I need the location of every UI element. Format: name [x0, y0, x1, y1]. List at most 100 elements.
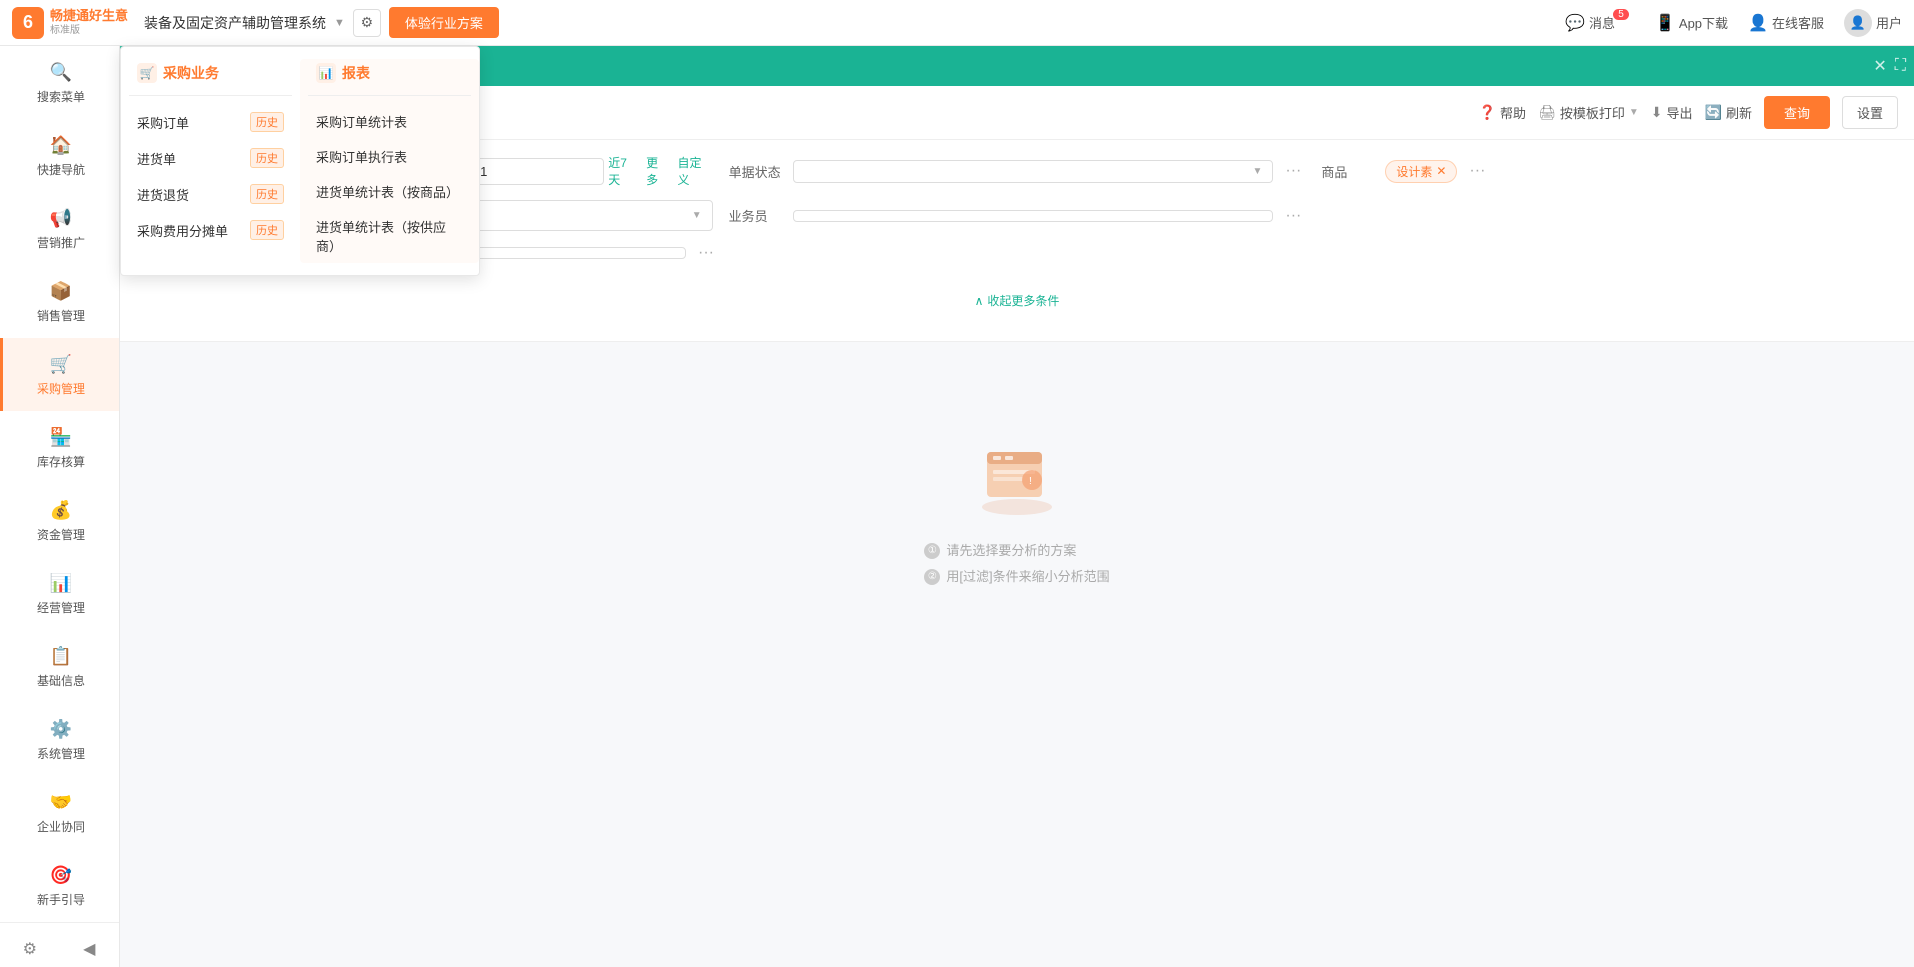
goods-ellipsis[interactable]: ···	[1465, 162, 1489, 180]
message-label: 消息	[1589, 13, 1615, 32]
user-btn[interactable]: 👤 用户	[1844, 9, 1902, 37]
voucher-status-input[interactable]: ▼	[793, 160, 1274, 183]
menu-purchase-title: 🛒 采购业务	[129, 59, 292, 96]
sidebar-bottom: ⚙ ◀	[0, 922, 119, 967]
marketing-icon: 📢	[49, 206, 73, 230]
quick-7days[interactable]: 近7天	[608, 154, 638, 188]
filter-salesman: 业务员 ···	[729, 206, 1306, 225]
sidebar: 🔍 搜索菜单 🏠 快捷导航 📢 营销推广 📦 销售管理 🛒 采购管理 🏪 库存核…	[0, 46, 120, 967]
empty-tip2: 用[过滤]条件来缩小分析范围	[946, 564, 1109, 590]
sidebar-collapse-btn[interactable]: ◀	[73, 933, 105, 965]
empty-svg: !	[967, 422, 1067, 522]
sidebar-item-enterprise[interactable]: 🤝 企业协同	[0, 776, 119, 849]
collapse-btn[interactable]: ∧ 收起更多条件	[136, 282, 1898, 319]
sidebar-settings-btn[interactable]: ⚙	[14, 933, 46, 965]
menu-item-purchase-expense[interactable]: 采购费用分摊单 历史	[129, 212, 292, 248]
menu-item-purchase-receive[interactable]: 进货单 历史	[129, 140, 292, 176]
customer-ellipsis[interactable]: ···	[694, 244, 718, 262]
sidebar-item-operations[interactable]: 📊 经营管理	[0, 557, 119, 630]
app-label: App下载	[1679, 13, 1728, 32]
sidebar-item-quick-nav[interactable]: 🏠 快捷导航	[0, 119, 119, 192]
export-icon: ⬇	[1651, 104, 1663, 121]
system-title-text: 装备及固定资产辅助管理系统	[144, 13, 326, 33]
voucher-status-label: 单据状态	[729, 162, 785, 181]
help-btn[interactable]: ❓ 帮助	[1479, 103, 1526, 122]
sidebar-item-system[interactable]: ⚙️ 系统管理	[0, 703, 119, 776]
print-btn[interactable]: 🖨 按模板打印 ▼	[1538, 103, 1639, 122]
settings-button[interactable]: 设置	[1842, 96, 1898, 129]
collapse-area: ∧ 收起更多条件	[136, 274, 1898, 327]
logo-icon: 6	[12, 7, 44, 39]
empty-step-1: ① 请先选择要分析的方案	[924, 538, 1109, 564]
print-label: 按模板打印	[1560, 103, 1625, 122]
app-download-btn[interactable]: 📱 App下载	[1655, 13, 1728, 33]
service-label: 在线客服	[1772, 13, 1824, 32]
sidebar-item-beginner[interactable]: 🎯 新手引导	[0, 849, 119, 922]
system-settings-button[interactable]: ⚙	[353, 9, 381, 37]
order-exec-label: 采购订单执行表	[316, 147, 407, 166]
refresh-btn[interactable]: 🔄 刷新	[1705, 103, 1752, 122]
goods-tag-value: 设计素	[1396, 163, 1432, 180]
sidebar-label-inventory: 库存核算	[37, 453, 85, 470]
query-button[interactable]: 查询	[1764, 96, 1830, 129]
sidebar-label-system: 系统管理	[37, 745, 85, 762]
purchase-receive-label: 进货单	[137, 149, 176, 168]
search-icon: 🔍	[49, 60, 73, 84]
empty-state: ! ① 请先选择要分析的方案 ② 用[过滤]条件来缩小分析范围	[120, 342, 1914, 670]
quick-custom[interactable]: 自定义	[678, 154, 713, 188]
menu-item-receive-stats-goods[interactable]: 进货单统计表（按商品）	[308, 174, 471, 209]
logo-area: 6 畅捷通好生意 标准版	[12, 7, 132, 39]
salesman-ellipsis[interactable]: ···	[1281, 207, 1305, 225]
sidebar-item-marketing[interactable]: 📢 营销推广	[0, 192, 119, 265]
purchase-order-label: 采购订单	[137, 113, 189, 132]
sidebar-item-search[interactable]: 🔍 搜索菜单	[0, 46, 119, 119]
sales-icon: 📦	[49, 279, 73, 303]
receive-stats-supplier-label: 进货单统计表（按供应商）	[316, 217, 463, 255]
menu-report-title: 📊 报表	[308, 59, 471, 96]
industry-btn[interactable]: 体验行业方案	[389, 7, 499, 38]
message-btn[interactable]: 💬 消息 5	[1565, 13, 1635, 33]
system-title-dropdown[interactable]: ▼	[334, 17, 345, 29]
header-right: 💬 消息 5 📱 App下载 👤 在线客服 👤 用户	[1565, 9, 1902, 37]
avatar: 👤	[1844, 9, 1872, 37]
menu-item-order-stats[interactable]: 采购订单统计表	[308, 104, 471, 139]
sidebar-label-capital: 资金管理	[37, 526, 85, 543]
sidebar-item-basic-info[interactable]: 📋 基础信息	[0, 630, 119, 703]
sidebar-item-inventory[interactable]: 🏪 库存核算	[0, 411, 119, 484]
menu-item-purchase-return[interactable]: 进货退货 历史	[129, 176, 292, 212]
print-arrow-icon[interactable]: ▼	[1629, 107, 1639, 118]
logo-text: 畅捷通好生意 标准版	[50, 8, 128, 38]
sidebar-label-sales: 销售管理	[37, 307, 85, 324]
sidebar-label-operations: 经营管理	[37, 599, 85, 616]
goods-tag-close[interactable]: ✕	[1436, 164, 1446, 178]
purchase-expense-history: 历史	[250, 220, 284, 240]
inventory-icon: 🏪	[49, 425, 73, 449]
goods-tag: 设计素 ✕	[1385, 160, 1457, 183]
purchase-menu-icon: 🛒	[137, 63, 157, 83]
voucher-status-ellipsis[interactable]: ···	[1281, 162, 1305, 180]
voucher-status-arrow: ▼	[1252, 166, 1262, 177]
help-label: 帮助	[1500, 103, 1526, 122]
menu-item-order-exec[interactable]: 采购订单执行表	[308, 139, 471, 174]
menu-item-purchase-order[interactable]: 采购订单 历史	[129, 104, 292, 140]
sidebar-item-sales[interactable]: 📦 销售管理	[0, 265, 119, 338]
sidebar-label-search: 搜索菜单	[37, 88, 85, 105]
quick-dates: 近7天 更多 自定义	[608, 154, 712, 188]
salesman-input[interactable]	[793, 210, 1274, 222]
tab-fullscreen-icon[interactable]: ⛶	[1895, 57, 1906, 75]
sidebar-item-capital[interactable]: 💰 资金管理	[0, 484, 119, 557]
capital-icon: 💰	[49, 498, 73, 522]
menu-item-receive-stats-supplier[interactable]: 进货单统计表（按供应商）	[308, 209, 471, 263]
sidebar-label-quick-nav: 快捷导航	[37, 161, 85, 178]
purchase-dropdown-menu: 🛒 采购业务 采购订单 历史 进货单 历史 进货退货 历史 采购费用分摊单 历史…	[120, 46, 480, 276]
sidebar-item-purchase[interactable]: 🛒 采购管理	[0, 338, 119, 411]
export-btn[interactable]: ⬇ 导出	[1651, 103, 1693, 122]
enterprise-icon: 🤝	[49, 790, 73, 814]
system-title-area: 装备及固定资产辅助管理系统 ▼ ⚙ 体验行业方案	[132, 7, 1565, 38]
quick-more[interactable]: 更多	[646, 154, 669, 188]
online-service-btn[interactable]: 👤 在线客服	[1748, 13, 1824, 33]
receive-stats-goods-label: 进货单统计表（按商品）	[316, 182, 459, 201]
tab-close-all-icon[interactable]: ✕	[1873, 56, 1886, 76]
empty-illustration: !	[967, 422, 1067, 522]
sidebar-label-enterprise: 企业协同	[37, 818, 85, 835]
